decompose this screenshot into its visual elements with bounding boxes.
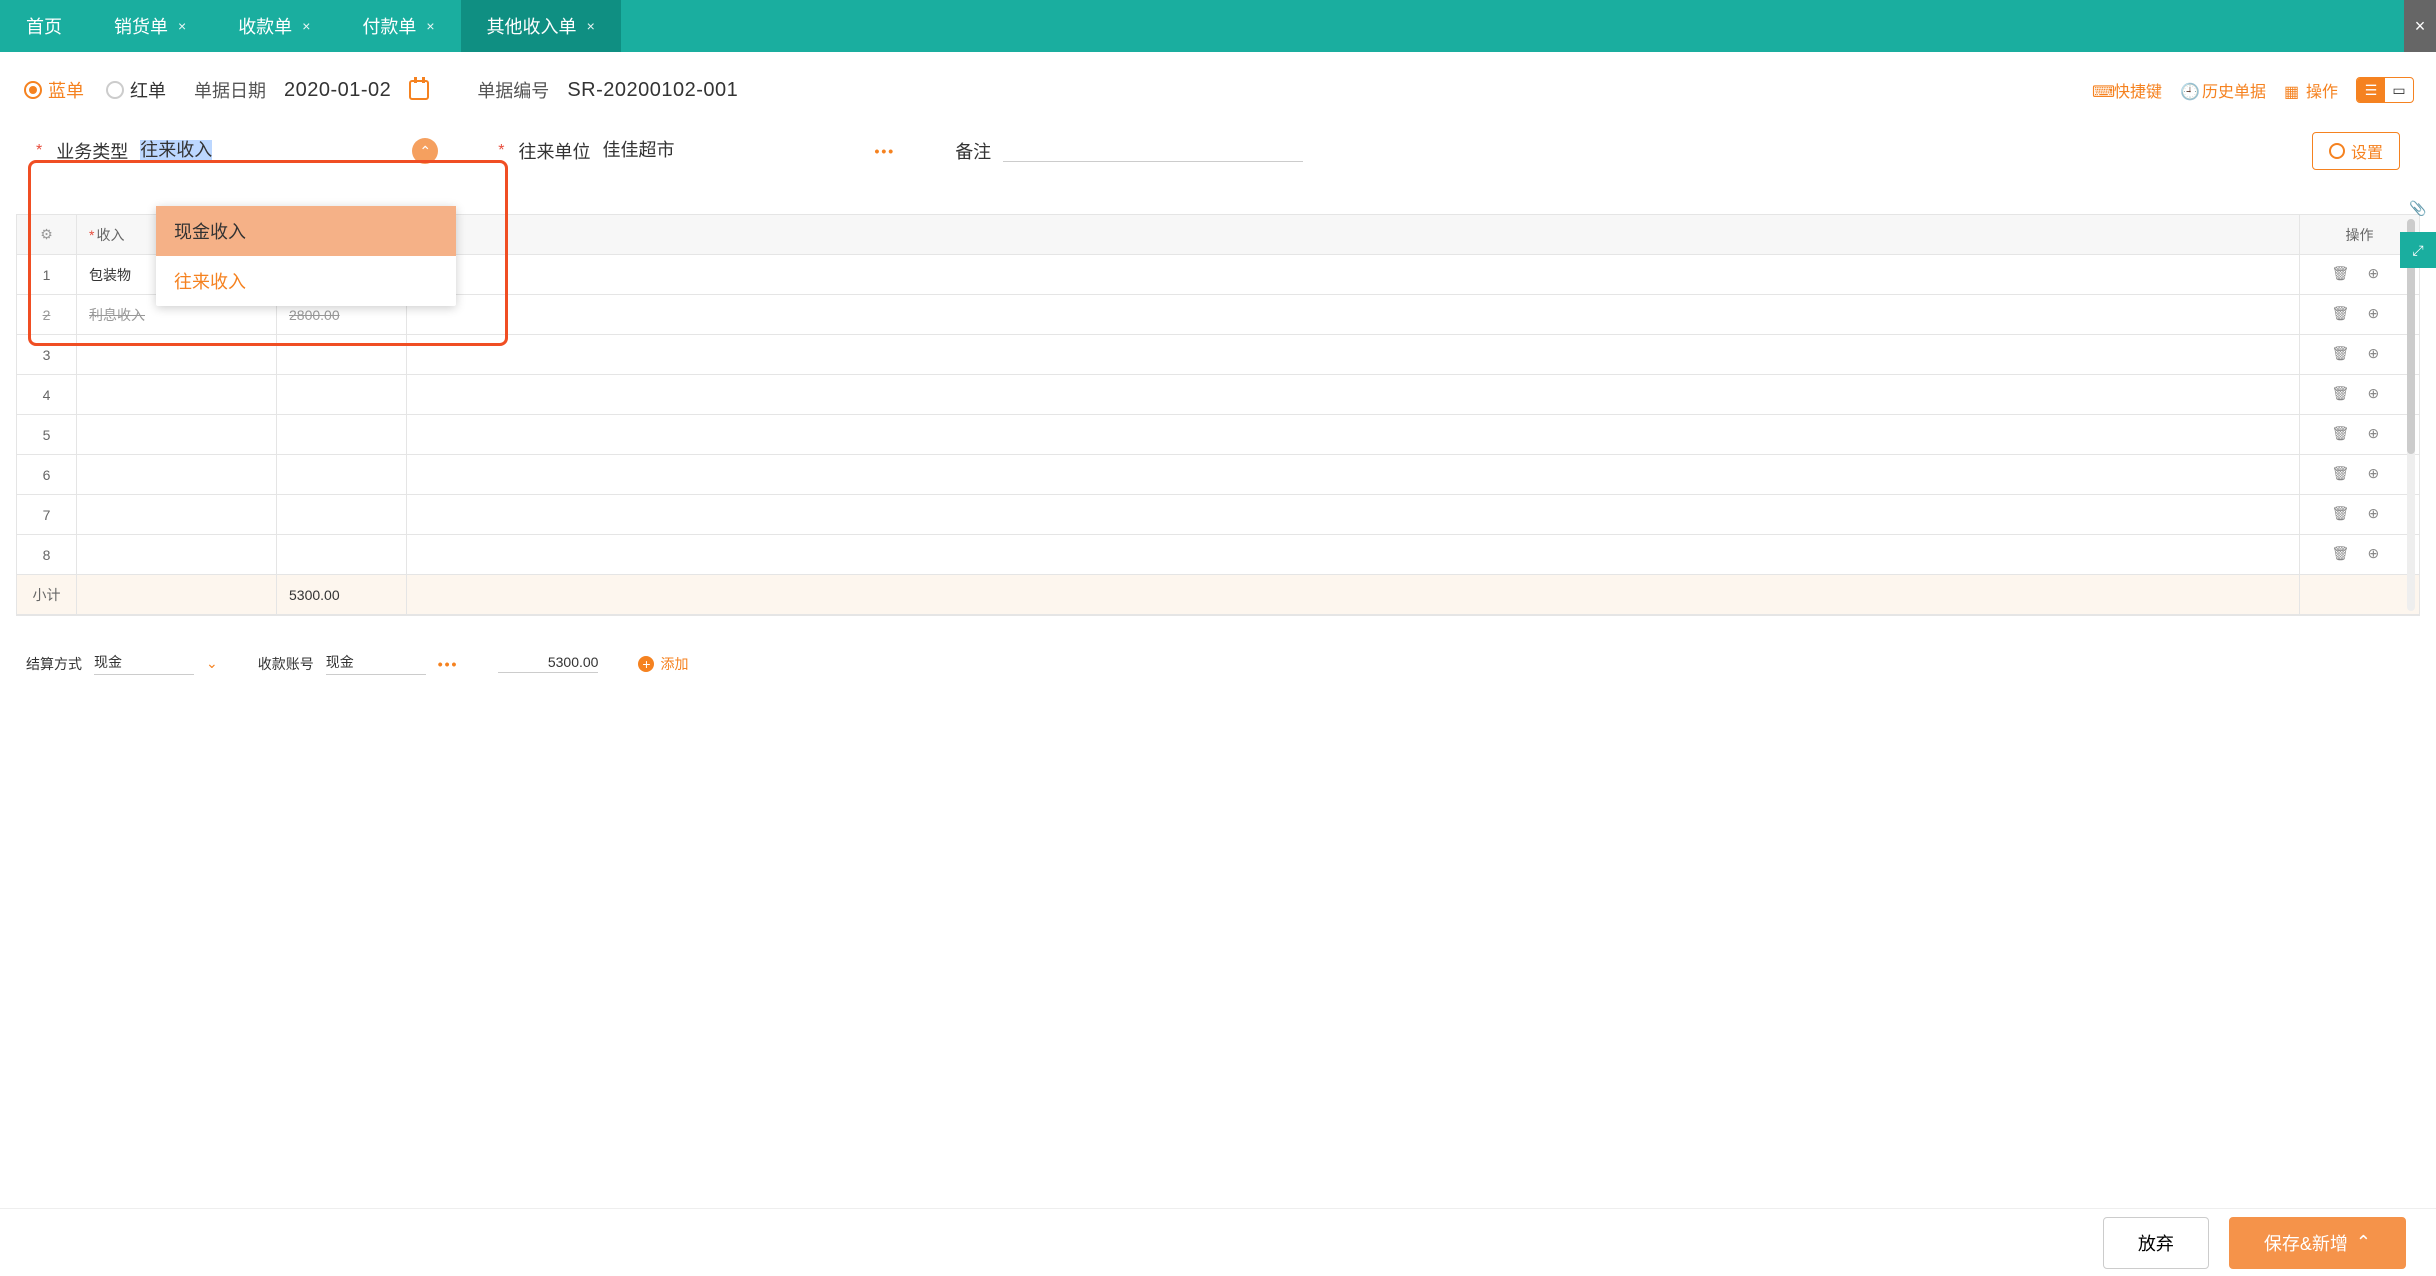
table-row[interactable]: 5 — [17, 415, 2299, 455]
settings-button[interactable]: 设置 — [2312, 132, 2400, 170]
tab-bar: 首页 销货单× 收款单× 付款单× 其他收入单× × — [0, 0, 2436, 52]
table-row[interactable]: 7 — [17, 495, 2299, 535]
docnum-label: 单据编号 — [477, 77, 549, 103]
required-icon: * — [36, 142, 42, 160]
add-row-icon[interactable]: ⊕ — [2368, 465, 2388, 485]
tab-payment[interactable]: 付款单× — [336, 0, 460, 52]
add-settlement-button[interactable]: +添加 — [638, 654, 688, 674]
shortcut-link[interactable]: ⌨快捷键 — [2092, 78, 2162, 102]
dropdown-option-cash[interactable]: 现金收入 — [156, 206, 456, 256]
col-name: 收入 — [96, 225, 124, 245]
list-view-icon[interactable]: ☰ — [2357, 78, 2385, 102]
required-icon: * — [498, 142, 504, 160]
add-row-icon[interactable]: ⊕ — [2368, 305, 2388, 325]
expand-icon[interactable]: ⤢ — [2400, 232, 2436, 268]
add-row-icon[interactable]: ⊕ — [2368, 425, 2388, 445]
delete-icon[interactable]: 🗑 — [2332, 305, 2352, 325]
history-link[interactable]: 🕘历史单据 — [2180, 78, 2266, 102]
save-button[interactable]: 保存&新增⌃ — [2229, 1217, 2406, 1269]
close-icon[interactable]: × — [587, 18, 595, 34]
tab-receipt[interactable]: 收款单× — [212, 0, 336, 52]
tab-home[interactable]: 首页 — [0, 0, 88, 52]
add-row-icon[interactable]: ⊕ — [2368, 385, 2388, 405]
field-remark[interactable]: 备注 — [955, 138, 1303, 164]
subtotal-amount: 5300.00 — [277, 575, 407, 614]
tab-other-income[interactable]: 其他收入单× — [461, 0, 621, 52]
page-body: 蓝单 红单 单据日期 2020-01-02 单据编号 SR-20200102-0… — [0, 52, 2436, 1276]
close-all-icon[interactable]: × — [2404, 0, 2436, 52]
biz-type-value[interactable]: 往来收入 — [140, 140, 212, 160]
settle-method[interactable]: 结算方式 现金 ⌄ — [26, 652, 218, 675]
chevron-up-icon[interactable]: ⌃ — [412, 138, 438, 164]
card-view-icon[interactable]: ▭ — [2385, 78, 2413, 102]
date-label: 单据日期 — [194, 77, 266, 103]
keyboard-icon: ⌨ — [2092, 82, 2108, 98]
table-row[interactable]: 8 — [17, 535, 2299, 575]
biz-type-dropdown: 现金收入 往来收入 — [156, 206, 456, 306]
settle-amount[interactable]: 5300.00 — [498, 654, 598, 673]
footer: 放弃 保存&新增⌃ — [0, 1208, 2436, 1276]
discard-button[interactable]: 放弃 — [2103, 1217, 2209, 1269]
delete-icon[interactable]: 🗑 — [2332, 425, 2352, 445]
add-row-icon[interactable]: ⊕ — [2368, 345, 2388, 365]
table-subtotal: 小计 5300.00 — [17, 575, 2299, 615]
attachment-icon[interactable]: 📎 — [2400, 190, 2436, 226]
delete-icon[interactable]: 🗑 — [2332, 505, 2352, 525]
view-toggle[interactable]: ☰▭ — [2356, 77, 2414, 103]
close-icon[interactable]: × — [178, 18, 186, 34]
radio-blue[interactable]: 蓝单 — [24, 77, 84, 103]
party-value[interactable]: 佳佳超市 — [602, 136, 862, 167]
delete-icon[interactable]: 🗑 — [2332, 345, 2352, 365]
radio-red[interactable]: 红单 — [106, 77, 166, 103]
field-party[interactable]: * 往来单位 佳佳超市 ••• — [498, 136, 895, 167]
scrollbar[interactable] — [2407, 219, 2415, 611]
grid-icon: ▦ — [2284, 82, 2300, 98]
close-icon[interactable]: × — [426, 18, 434, 34]
docnum-value: SR-20200102-001 — [567, 79, 738, 102]
close-icon[interactable]: × — [302, 18, 310, 34]
delete-icon[interactable]: 🗑 — [2332, 385, 2352, 405]
gear-icon[interactable]: ⚙ — [40, 226, 53, 243]
settlement-row: 结算方式 现金 ⌄ 收款账号 现金 ••• 5300.00 +添加 — [16, 652, 2420, 675]
form-fields: * 业务类型 往来收入 ⌃ * 往来单位 佳佳超市 ••• 备注 设置 — [16, 112, 2420, 180]
settle-account[interactable]: 收款账号 现金 ••• — [258, 652, 459, 675]
field-biz-type[interactable]: * 业务类型 往来收入 ⌃ — [36, 136, 438, 167]
plus-icon: + — [638, 656, 654, 672]
remark-input[interactable] — [1003, 140, 1303, 162]
more-icon[interactable]: ••• — [874, 143, 895, 159]
operate-link[interactable]: ▦操作 — [2284, 78, 2338, 102]
table-row[interactable]: 4 — [17, 375, 2299, 415]
table-row[interactable]: 6 — [17, 455, 2299, 495]
side-rail: 📎 ⤢ — [2400, 190, 2436, 268]
delete-icon[interactable]: 🗑 — [2332, 545, 2352, 565]
toolbar: 蓝单 红单 单据日期 2020-01-02 单据编号 SR-20200102-0… — [16, 68, 2420, 112]
dropdown-option-ar[interactable]: 往来收入 — [156, 256, 456, 306]
delete-icon[interactable]: 🗑 — [2332, 265, 2352, 285]
chevron-up-icon: ⌃ — [2356, 1232, 2371, 1253]
gear-icon — [2329, 143, 2345, 159]
add-row-icon[interactable]: ⊕ — [2368, 505, 2388, 525]
chevron-down-icon[interactable]: ⌄ — [206, 655, 218, 672]
delete-icon[interactable]: 🗑 — [2332, 465, 2352, 485]
date-value[interactable]: 2020-01-02 — [284, 79, 391, 102]
history-icon: 🕘 — [2180, 82, 2196, 98]
calendar-icon[interactable] — [409, 80, 429, 100]
tab-sales[interactable]: 销货单× — [88, 0, 212, 52]
add-row-icon[interactable]: ⊕ — [2368, 545, 2388, 565]
add-row-icon[interactable]: ⊕ — [2368, 265, 2388, 285]
table-row[interactable]: 3 — [17, 335, 2299, 375]
more-icon[interactable]: ••• — [438, 656, 459, 672]
